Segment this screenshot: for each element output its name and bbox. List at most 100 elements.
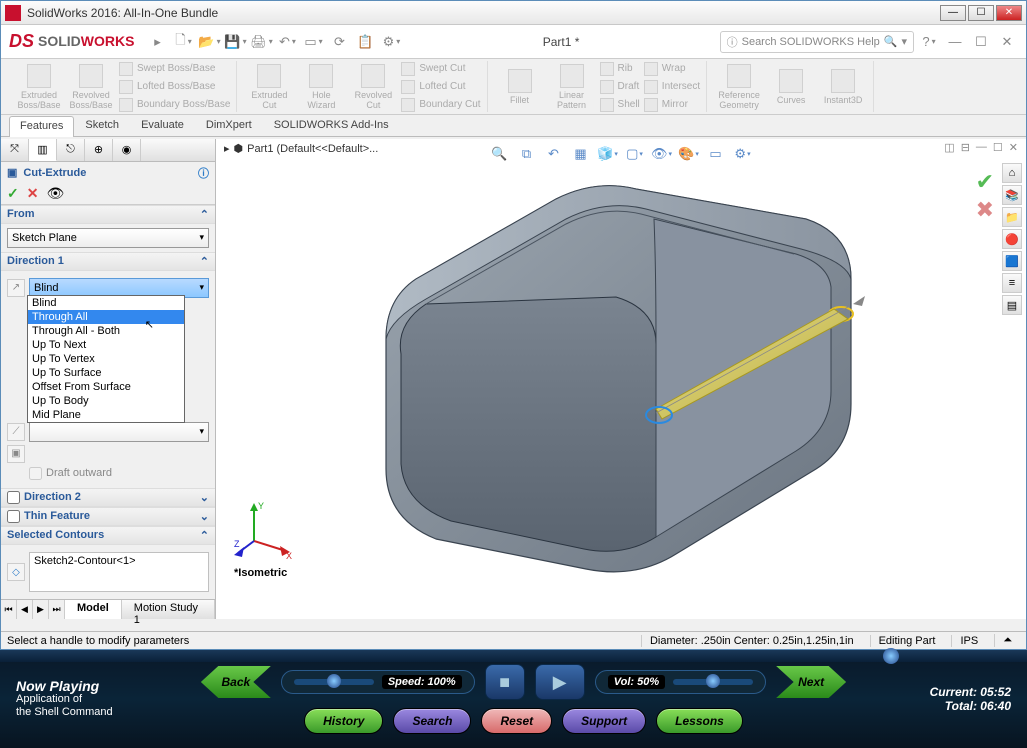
vp-split-top[interactable]: ⊟: [961, 141, 970, 154]
tab-sketch[interactable]: Sketch: [74, 115, 130, 136]
play-button[interactable]: ▶: [535, 664, 585, 700]
thin-feature-section-head[interactable]: Thin Feature ⌄: [1, 507, 215, 526]
preview-toggle[interactable]: 👁: [46, 185, 64, 202]
from-plane-select[interactable]: Sketch Plane: [7, 228, 209, 248]
expand-icon[interactable]: ⌄: [200, 491, 209, 504]
lofted-boss-button[interactable]: Lofted Boss/Base: [119, 79, 230, 95]
minimize-button[interactable]: —: [940, 5, 966, 21]
extruded-cut-button[interactable]: Extruded Cut: [245, 64, 293, 110]
previous-view-icon[interactable]: ↶: [542, 143, 566, 165]
status-units[interactable]: IPS: [951, 635, 986, 647]
selected-contours-list[interactable]: Sketch2-Contour<1>: [29, 552, 209, 592]
instant3d-button[interactable]: Instant3D: [819, 69, 867, 105]
collapse-icon[interactable]: ⌃: [200, 208, 209, 221]
volume-knob[interactable]: [706, 674, 720, 688]
display-style-icon[interactable]: ▢: [623, 143, 647, 165]
inner-restore-button[interactable]: ☐: [970, 31, 992, 53]
menu-flyout-button[interactable]: ▸: [146, 31, 168, 53]
mirror-button[interactable]: Mirror: [644, 97, 700, 113]
expand-icon[interactable]: ⌄: [200, 510, 209, 523]
print-button[interactable]: 🖨: [250, 31, 272, 53]
appearances-icon[interactable]: 🟦: [1002, 251, 1022, 271]
apply-scene-icon[interactable]: ▭: [704, 143, 728, 165]
open-doc-button[interactable]: 📂: [198, 31, 220, 53]
vp-close[interactable]: ✕: [1009, 141, 1018, 154]
custom-properties-icon[interactable]: ≡: [1002, 273, 1022, 293]
motion-study-tab[interactable]: Motion Study 1: [122, 600, 215, 619]
swept-boss-button[interactable]: Swept Boss/Base: [119, 61, 230, 77]
stop-button[interactable]: ■: [485, 664, 525, 700]
rebuild-button[interactable]: ⟳: [328, 31, 350, 53]
option-up-to-next[interactable]: Up To Next: [28, 338, 184, 352]
next-button[interactable]: Next: [776, 666, 846, 698]
curves-button[interactable]: Curves: [767, 69, 815, 105]
prev-tab-button[interactable]: ◀: [17, 600, 33, 619]
section-view-icon[interactable]: ▦: [569, 143, 593, 165]
confirm-corner-cancel[interactable]: ✖: [976, 197, 994, 223]
expand-tree-icon[interactable]: ▸: [224, 142, 230, 155]
graphics-viewport[interactable]: ▸ ⬢ Part1 (Default<<Default>... 🔍 ⧉ ↶ ▦ …: [216, 139, 1026, 619]
fillet-button[interactable]: Fillet: [496, 69, 544, 105]
forum-icon[interactable]: ▤: [1002, 295, 1022, 315]
close-button[interactable]: ✕: [996, 5, 1022, 21]
new-doc-button[interactable]: 🗋: [172, 31, 194, 53]
design-library-icon[interactable]: 📚: [1002, 185, 1022, 205]
tab-features[interactable]: Features: [9, 116, 74, 137]
shell-button[interactable]: Shell: [600, 97, 640, 113]
dimxpert-manager-tab[interactable]: ⊕: [85, 139, 113, 161]
confirm-corner-ok[interactable]: ✔: [976, 169, 994, 195]
direction2-checkbox[interactable]: [7, 491, 20, 504]
volume-slider[interactable]: [673, 679, 753, 685]
feature-tree-tab[interactable]: ⤧: [1, 139, 29, 161]
option-mid-plane[interactable]: Mid Plane: [28, 408, 184, 422]
reference-geometry-button[interactable]: Reference Geometry: [715, 64, 763, 110]
save-button[interactable]: 💾: [224, 31, 246, 53]
hide-show-icon[interactable]: 👁: [650, 143, 674, 165]
view-triad[interactable]: Y X Z: [234, 499, 294, 559]
view-settings-icon[interactable]: ⚙: [731, 143, 755, 165]
last-tab-button[interactable]: ⏭: [49, 600, 65, 619]
extruded-boss-button[interactable]: Extruded Boss/Base: [15, 64, 63, 110]
boundary-cut-button[interactable]: Boundary Cut: [401, 97, 480, 113]
maximize-button[interactable]: ☐: [968, 5, 994, 21]
tab-dimxpert[interactable]: DimXpert: [195, 115, 263, 136]
intersect-button[interactable]: Intersect: [644, 79, 700, 95]
option-up-to-body[interactable]: Up To Body: [28, 394, 184, 408]
inner-close-button[interactable]: ✕: [996, 31, 1018, 53]
speed-knob[interactable]: [327, 674, 341, 688]
option-up-to-surface[interactable]: Up To Surface: [28, 366, 184, 380]
zoom-fit-icon[interactable]: 🔍: [488, 143, 512, 165]
scrubber-handle[interactable]: [883, 648, 899, 664]
direction2-section-head[interactable]: Direction 2 ⌄: [1, 488, 215, 507]
option-offset-from-surface[interactable]: Offset From Surface: [28, 380, 184, 394]
reset-button[interactable]: Reset: [481, 708, 552, 734]
options-button[interactable]: 📋: [354, 31, 376, 53]
model-tab[interactable]: Model: [65, 600, 122, 619]
collapse-icon[interactable]: ⌃: [200, 255, 209, 268]
vp-maximize[interactable]: ☐: [993, 141, 1003, 154]
draft-button[interactable]: Draft: [600, 79, 640, 95]
config-manager-tab[interactable]: ⎋: [57, 139, 85, 161]
ok-button[interactable]: ✓: [7, 185, 19, 202]
undo-button[interactable]: ↶: [276, 31, 298, 53]
lofted-cut-button[interactable]: Lofted Cut: [401, 79, 480, 95]
settings-gear-button[interactable]: ⚙: [380, 31, 402, 53]
tab-evaluate[interactable]: Evaluate: [130, 115, 195, 136]
option-through-all[interactable]: Through All: [28, 310, 184, 324]
option-up-to-vertex[interactable]: Up To Vertex: [28, 352, 184, 366]
flyout-tree-breadcrumb[interactable]: ▸ ⬢ Part1 (Default<<Default>...: [224, 142, 378, 155]
edit-appearance-icon[interactable]: 🎨: [677, 143, 701, 165]
first-tab-button[interactable]: ⏮: [1, 600, 17, 619]
cancel-button[interactable]: ✕: [27, 185, 39, 202]
lessons-button[interactable]: Lessons: [656, 708, 743, 734]
pm-help-icon[interactable]: ⓘ: [198, 165, 209, 181]
wrap-button[interactable]: Wrap: [644, 61, 700, 77]
draft-outward-check[interactable]: Draft outward: [29, 467, 209, 480]
vp-minimize[interactable]: —: [976, 141, 987, 154]
view-orientation-icon[interactable]: 🧊: [596, 143, 620, 165]
boundary-boss-button[interactable]: Boundary Boss/Base: [119, 97, 230, 113]
next-tab-button[interactable]: ▶: [33, 600, 49, 619]
speed-slider[interactable]: [294, 679, 374, 685]
support-button[interactable]: Support: [562, 708, 646, 734]
status-expand-icon[interactable]: ⏶: [994, 634, 1020, 647]
